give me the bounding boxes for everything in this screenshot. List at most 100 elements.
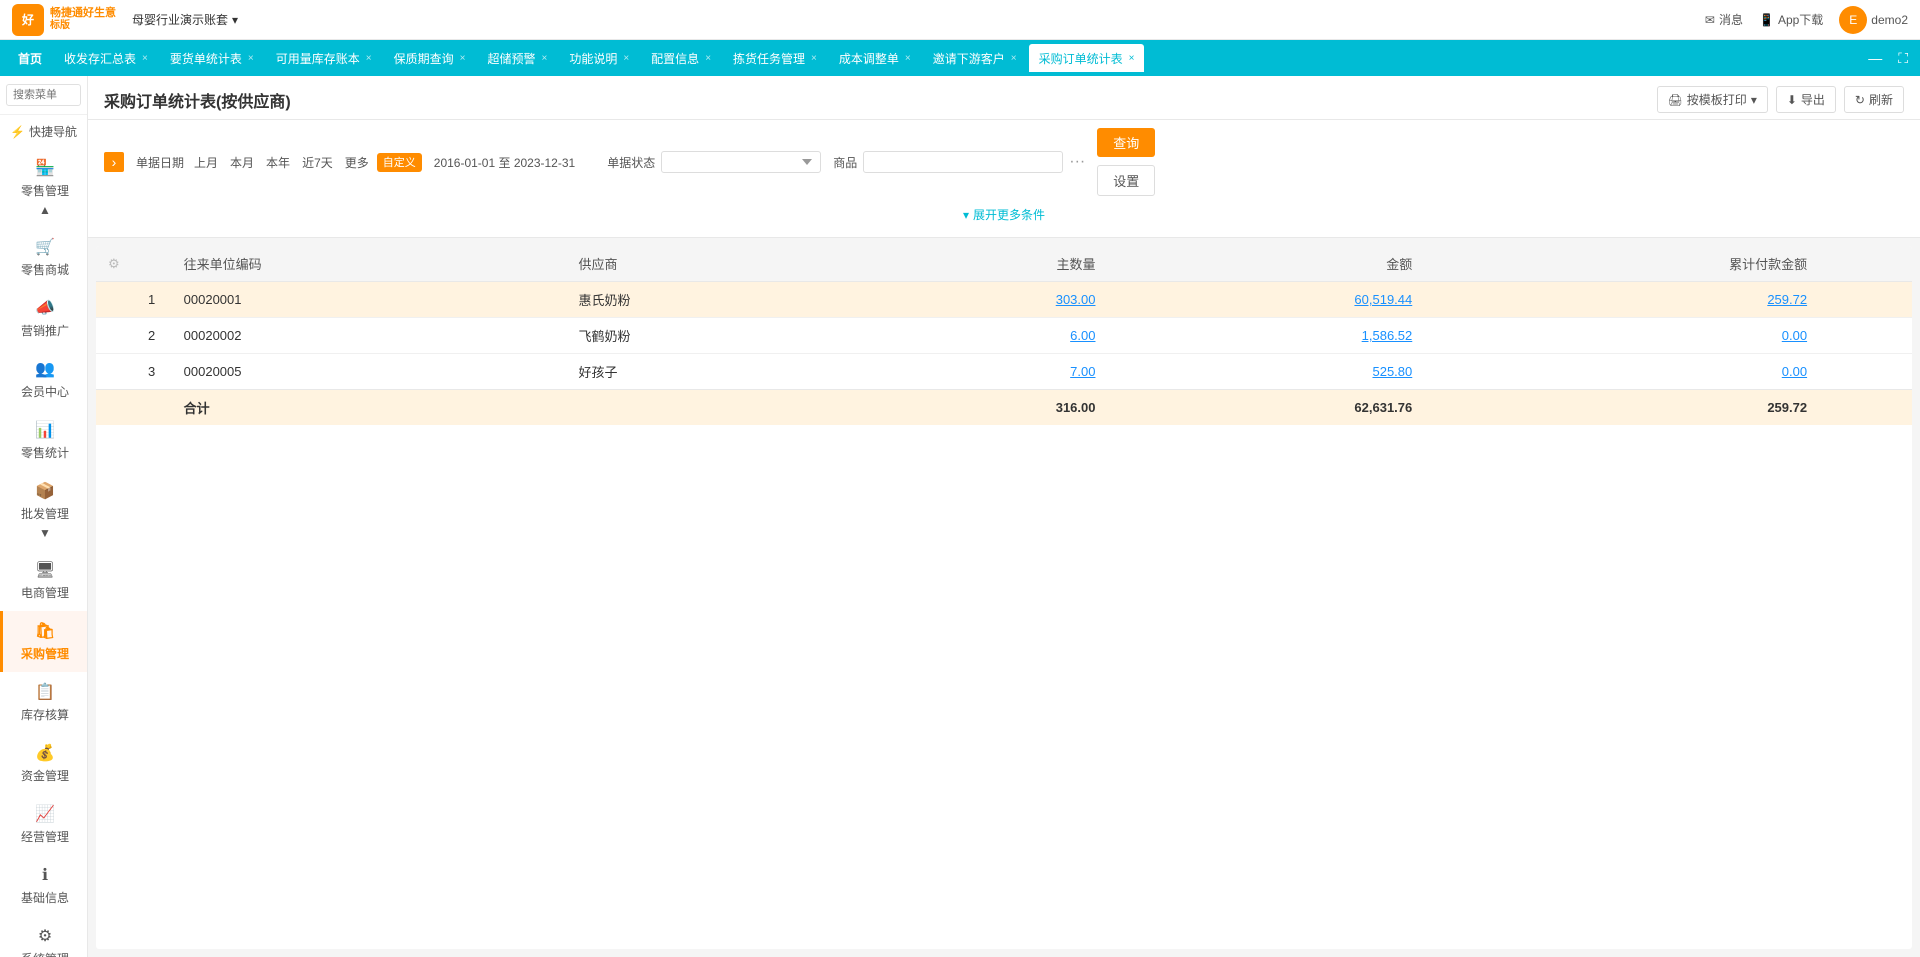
date-filter: 单据日期 上月 本月 本年 近7天 更多 自定义 bbox=[136, 153, 422, 172]
sidebar-item-marketing[interactable]: 📣 营销推广 bbox=[0, 288, 87, 349]
date-this-year[interactable]: 本年 bbox=[262, 153, 294, 172]
sidebar-item-wholesale[interactable]: 📦 批发管理 ▼ bbox=[0, 471, 87, 550]
tab-collection-summary[interactable]: 收发存汇总表 × bbox=[54, 44, 158, 72]
content-area: 采购订单统计表(按供应商) 🖨 按模板打印 ▾ ⬇ 导出 ↻ 刷新 bbox=[88, 76, 1920, 957]
col-unit-code: 往来单位编码 bbox=[172, 246, 567, 282]
table-row[interactable]: 3 00020005 好孩子 7.00 525.80 0.00 bbox=[96, 354, 1912, 390]
tab-avail-stock[interactable]: 可用量库存账本 × bbox=[266, 44, 382, 72]
tab-home[interactable]: 首页 bbox=[8, 44, 52, 72]
date-last-month[interactable]: 上月 bbox=[190, 153, 222, 172]
status-filter: 单据状态 bbox=[607, 151, 821, 173]
quick-nav-icon: ⚡ bbox=[10, 125, 25, 139]
main-layout: ⚡ 快捷导航 🏪 零售管理 ▲ 🛒 零售商城 📣 营销推广 👥 会员中心 📊 零… bbox=[0, 76, 1920, 957]
expand-more-icon: ▾ bbox=[963, 208, 969, 222]
table-row[interactable]: 2 00020002 飞鹤奶粉 6.00 1,586.52 0.00 bbox=[96, 318, 1912, 354]
page-title: 采购订单统计表(按供应商) bbox=[104, 88, 291, 112]
refresh-button[interactable]: ↻ 刷新 bbox=[1844, 86, 1904, 113]
tab-order-stat[interactable]: 要货单统计表 × bbox=[160, 44, 264, 72]
table-row[interactable]: 1 00020001 惠氏奶粉 303.00 60,519.44 259.72 bbox=[96, 282, 1912, 318]
tab-close-icon[interactable]: × bbox=[623, 53, 629, 64]
tab-config[interactable]: 配置信息 × bbox=[641, 44, 721, 72]
goods-input[interactable] bbox=[863, 151, 1063, 173]
tab-close-icon[interactable]: × bbox=[460, 53, 466, 64]
row-settings bbox=[96, 354, 132, 390]
print-arrow-icon: ▾ bbox=[1751, 93, 1757, 107]
expand-more-button[interactable]: ▾ 展开更多条件 bbox=[955, 202, 1053, 227]
user-profile[interactable]: E demo2 bbox=[1839, 6, 1908, 34]
row-settings bbox=[96, 282, 132, 318]
sidebar-item-retail-mgmt[interactable]: 🏪 零售管理 ▲ bbox=[0, 148, 87, 227]
footer-label: 合计 bbox=[172, 390, 861, 426]
sidebar-search-area bbox=[0, 76, 87, 115]
logo-text: 畅捷通好生意 标版 bbox=[50, 7, 116, 32]
status-select[interactable] bbox=[661, 151, 821, 173]
footer-paid: 259.72 bbox=[1424, 390, 1819, 426]
operations-icon: 📈 bbox=[35, 804, 55, 824]
system-icon: ⚙ bbox=[38, 926, 52, 946]
export-button[interactable]: ⬇ 导出 bbox=[1776, 86, 1836, 113]
tab-pick-task[interactable]: 拣货任务管理 × bbox=[723, 44, 827, 72]
footer-settings bbox=[96, 390, 172, 426]
date-custom-badge[interactable]: 自定义 bbox=[377, 153, 422, 172]
tab-function-desc[interactable]: 功能说明 × bbox=[559, 44, 639, 72]
tab-close-icon[interactable]: × bbox=[705, 53, 711, 64]
date-last-7-days[interactable]: 近7天 bbox=[298, 153, 337, 172]
tab-close-icon[interactable]: × bbox=[905, 53, 911, 64]
row-supplier: 好孩子 bbox=[566, 354, 860, 390]
goods-filter: 商品 ··· bbox=[833, 151, 1085, 173]
sidebar-item-ecommerce[interactable]: 🖥 电商管理 bbox=[0, 550, 87, 611]
tab-close-icon[interactable]: × bbox=[142, 53, 148, 64]
tab-close-icon[interactable]: × bbox=[541, 53, 547, 64]
row-supplier: 飞鹤奶粉 bbox=[566, 318, 860, 354]
sidebar-item-retail-store[interactable]: 🛒 零售商城 bbox=[0, 227, 87, 288]
col-settings[interactable]: ⚙ bbox=[96, 246, 132, 282]
sidebar-item-member-center[interactable]: 👥 会员中心 bbox=[0, 349, 87, 410]
sidebar-item-operations[interactable]: 📈 经营管理 bbox=[0, 794, 87, 855]
footer-qty: 316.00 bbox=[861, 390, 1108, 426]
row-amount: 1,586.52 bbox=[1107, 318, 1424, 354]
row-unit-code: 00020005 bbox=[172, 354, 567, 390]
tab-cost-adjust[interactable]: 成本调整单 × bbox=[829, 44, 921, 72]
row-unit-code: 00020002 bbox=[172, 318, 567, 354]
tab-close-icon[interactable]: × bbox=[811, 53, 817, 64]
retail-stats-icon: 📊 bbox=[35, 420, 55, 440]
tab-invite-downstream[interactable]: 邀请下游客户 × bbox=[923, 44, 1027, 72]
footer-amount: 62,631.76 bbox=[1107, 390, 1424, 426]
col-paid: 累计付款金额 bbox=[1424, 246, 1819, 282]
row-no: 3 bbox=[132, 354, 172, 390]
arrow-icon: ▲ bbox=[39, 203, 51, 217]
nav-maximize-icon[interactable]: ⛶ bbox=[1894, 48, 1912, 69]
query-button[interactable]: 查询 bbox=[1097, 128, 1155, 157]
tab-close-icon[interactable]: × bbox=[248, 53, 254, 64]
message-button[interactable]: ✉ 消息 bbox=[1705, 11, 1743, 28]
print-button[interactable]: 🖨 按模板打印 ▾ bbox=[1657, 86, 1768, 113]
tab-shelf-life[interactable]: 保质期查询 × bbox=[384, 44, 476, 72]
goods-more-icon[interactable]: ··· bbox=[1069, 153, 1085, 171]
date-this-month[interactable]: 本月 bbox=[226, 153, 258, 172]
settings-button[interactable]: 设置 bbox=[1097, 165, 1155, 196]
tab-purchase-order-stat[interactable]: 采购订单统计表 × bbox=[1029, 44, 1145, 72]
wholesale-icon: 📦 bbox=[35, 481, 55, 501]
tab-overstock[interactable]: 超储预警 × bbox=[477, 44, 557, 72]
sidebar-quick-nav[interactable]: ⚡ 快捷导航 bbox=[0, 115, 87, 148]
sidebar-item-finance[interactable]: 💰 资金管理 bbox=[0, 733, 87, 794]
date-range-display: 2016-01-01 至 2023-12-31 bbox=[434, 154, 575, 171]
sidebar-item-basic-info[interactable]: ℹ 基础信息 bbox=[0, 855, 87, 916]
row-amount: 525.80 bbox=[1107, 354, 1424, 390]
sidebar-item-purchase[interactable]: 🛍 采购管理 bbox=[0, 611, 87, 672]
tab-close-icon[interactable]: × bbox=[1011, 53, 1017, 64]
app-download-button[interactable]: 📱 App下载 bbox=[1759, 11, 1823, 28]
filter-expand-button[interactable]: › bbox=[104, 152, 124, 172]
row-extra bbox=[1819, 354, 1912, 390]
nav-minimize-icon[interactable]: — bbox=[1864, 48, 1886, 69]
date-more[interactable]: 更多 bbox=[341, 153, 373, 172]
tab-close-icon[interactable]: × bbox=[1129, 53, 1135, 64]
sidebar-item-system[interactable]: ⚙ 系统管理 bbox=[0, 916, 87, 957]
col-amount: 金额 bbox=[1107, 246, 1424, 282]
filter-expand-row: ▾ 展开更多条件 bbox=[104, 196, 1904, 229]
workspace-selector[interactable]: 母婴行业演示账套 ▾ bbox=[132, 11, 1689, 28]
tab-close-icon[interactable]: × bbox=[366, 53, 372, 64]
search-input[interactable] bbox=[6, 84, 81, 106]
sidebar-item-stock[interactable]: 📋 库存核算 bbox=[0, 672, 87, 733]
sidebar-item-retail-stats[interactable]: 📊 零售统计 bbox=[0, 410, 87, 471]
